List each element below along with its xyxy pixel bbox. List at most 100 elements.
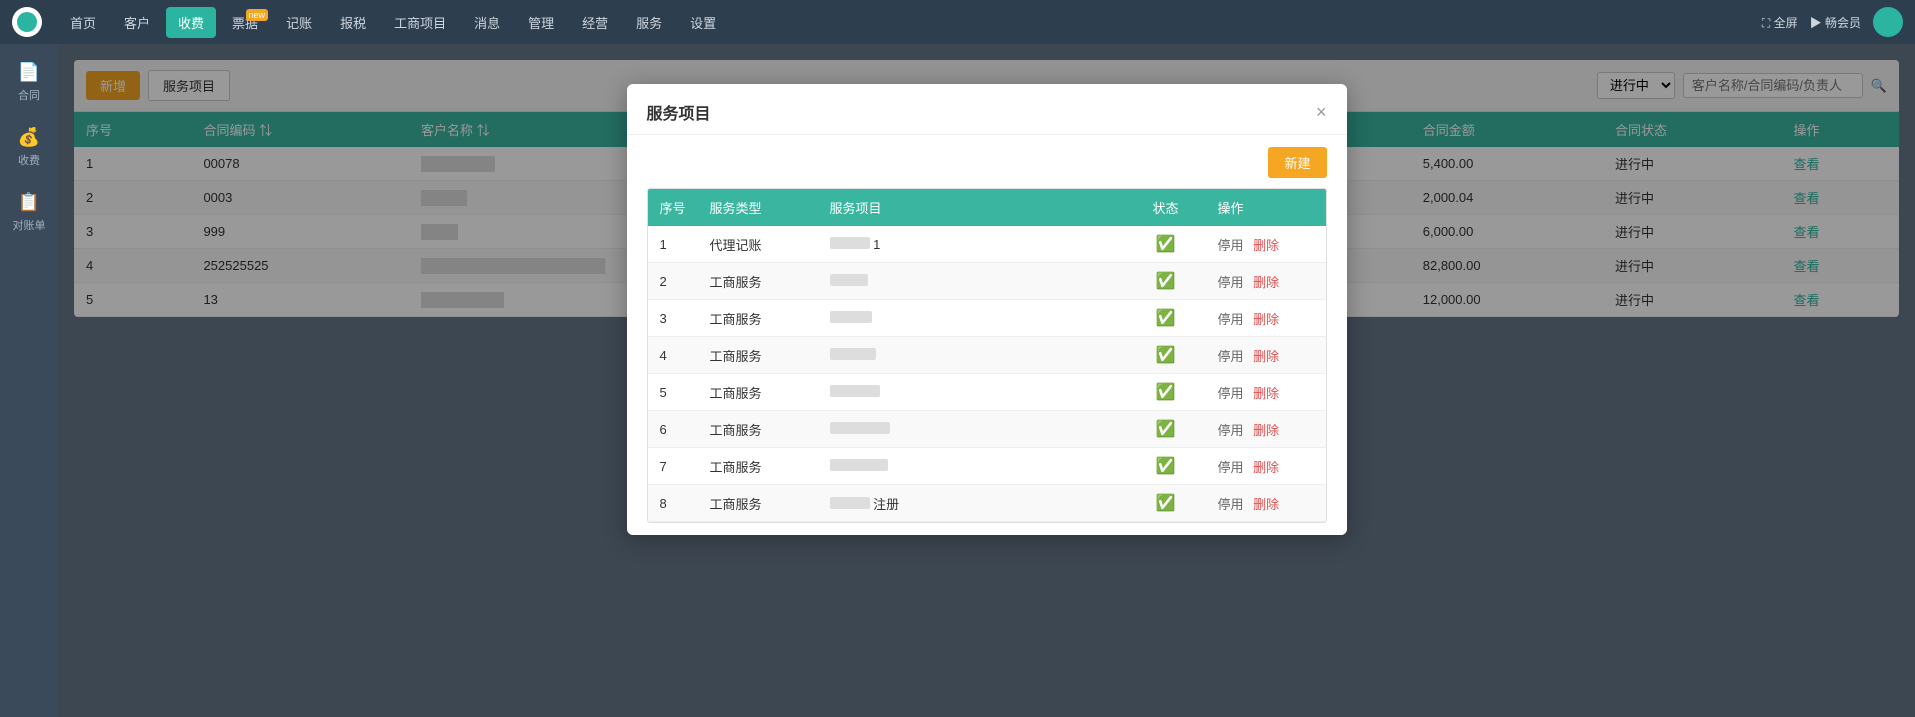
modal-close-button[interactable]: × — [1316, 103, 1327, 121]
user-avatar[interactable] — [1873, 7, 1903, 37]
nav-settings[interactable]: 设置 — [678, 7, 728, 38]
service-items-modal: 服务项目 × 新建 序号 服务类型 服务项目 — [627, 84, 1347, 535]
delete-button[interactable]: 删除 — [1253, 386, 1279, 401]
modal-cell-status: ✅ — [1126, 448, 1206, 485]
sidebar-label-reconcile: 对账单 — [13, 217, 46, 233]
delete-button[interactable]: 删除 — [1253, 349, 1279, 364]
modal-cell-seq: 5 — [648, 374, 698, 411]
nav-tax[interactable]: 报税 — [328, 7, 378, 38]
modal-cell-action: 停用 删除 — [1206, 448, 1326, 485]
new-badge: new — [246, 9, 269, 21]
modal-toolbar: 新建 — [647, 147, 1327, 178]
status-check-icon: ✅ — [1156, 458, 1176, 475]
nav-bookkeeping[interactable]: 记账 — [274, 7, 324, 38]
reconcile-icon: 📋 — [18, 192, 40, 213]
modal-table-row: 4 工商服务 ✅ 停用 删除 — [648, 337, 1326, 374]
modal-cell-type: 工商服务 — [698, 448, 818, 485]
modal-table-row: 5 工商服务 ✅ 停用 删除 — [648, 374, 1326, 411]
main-layout: 📄 合同 💰 收费 📋 对账单 新增 服务项目 进行中 — [0, 44, 1915, 717]
status-check-icon: ✅ — [1156, 347, 1176, 364]
status-check-icon: ✅ — [1156, 495, 1176, 512]
sidebar-label-contract: 合同 — [18, 87, 40, 103]
modal-cell-status: ✅ — [1126, 226, 1206, 263]
modal-cell-status: ✅ — [1126, 411, 1206, 448]
modal-cell-type: 工商服务 — [698, 411, 818, 448]
delete-button[interactable]: 删除 — [1253, 312, 1279, 327]
modal-cell-seq: 4 — [648, 337, 698, 374]
modal-overlay[interactable]: 服务项目 × 新建 序号 服务类型 服务项目 — [58, 44, 1915, 717]
contract-icon: 📄 — [18, 62, 40, 83]
stop-button[interactable]: 停用 — [1218, 312, 1244, 327]
modal-table-row: 7 工商服务 ✅ 停用 删除 — [648, 448, 1326, 485]
modal-cell-seq: 1 — [648, 226, 698, 263]
modal-table-wrapper[interactable]: 序号 服务类型 服务项目 状态 操作 1 代理记账 1 ✅ — [647, 188, 1327, 523]
sidebar: 📄 合同 💰 收费 📋 对账单 — [0, 44, 58, 717]
fee-icon: 💰 — [18, 127, 40, 148]
modal-cell-type: 代理记账 — [698, 226, 818, 263]
modal-cell-action: 停用 删除 — [1206, 485, 1326, 522]
modal-cell-item — [818, 448, 1126, 485]
modal-cell-seq: 6 — [648, 411, 698, 448]
sidebar-item-contract[interactable]: 📄 合同 — [0, 52, 58, 113]
delete-button[interactable]: 删除 — [1253, 423, 1279, 438]
delete-button[interactable]: 删除 — [1253, 275, 1279, 290]
modal-table-row: 2 工商服务 ✅ 停用 删除 — [648, 263, 1326, 300]
modal-col-status: 状态 — [1126, 189, 1206, 226]
modal-table-row: 1 代理记账 1 ✅ 停用 删除 — [648, 226, 1326, 263]
nav-manage[interactable]: 管理 — [516, 7, 566, 38]
modal-cell-item — [818, 263, 1126, 300]
sidebar-item-fee[interactable]: 💰 收费 — [0, 117, 58, 178]
delete-button[interactable]: 删除 — [1253, 460, 1279, 475]
nav-home[interactable]: 首页 — [58, 7, 108, 38]
delete-button[interactable]: 删除 — [1253, 497, 1279, 512]
modal-cell-status: ✅ — [1126, 263, 1206, 300]
stop-button[interactable]: 停用 — [1218, 349, 1244, 364]
modal-col-type: 服务类型 — [698, 189, 818, 226]
modal-cell-action: 停用 删除 — [1206, 337, 1326, 374]
modal-cell-status: ✅ — [1126, 374, 1206, 411]
modal-cell-status: ✅ — [1126, 485, 1206, 522]
stop-button[interactable]: 停用 — [1218, 497, 1244, 512]
stop-button[interactable]: 停用 — [1218, 238, 1244, 253]
top-navigation: 首页 客户 收费 票据new 记账 报税 工商项目 消息 管理 经营 服务 设置… — [0, 0, 1915, 44]
nav-business[interactable]: 经营 — [570, 7, 620, 38]
modal-cell-item: 1 — [818, 226, 1126, 263]
modal-cell-type: 工商服务 — [698, 300, 818, 337]
fullscreen-button[interactable]: ⛶ 全屏 — [1762, 14, 1798, 31]
modal-cell-type: 工商服务 — [698, 337, 818, 374]
nav-invoice[interactable]: 票据new — [220, 7, 270, 38]
modal-cell-seq: 3 — [648, 300, 698, 337]
stop-button[interactable]: 停用 — [1218, 460, 1244, 475]
modal-cell-action: 停用 删除 — [1206, 411, 1326, 448]
stop-button[interactable]: 停用 — [1218, 386, 1244, 401]
modal-table-row: 3 工商服务 ✅ 停用 删除 — [648, 300, 1326, 337]
nav-service[interactable]: 服务 — [624, 7, 674, 38]
modal-cell-item — [818, 411, 1126, 448]
stop-button[interactable]: 停用 — [1218, 275, 1244, 290]
nav-industry[interactable]: 工商项目 — [382, 7, 458, 38]
status-check-icon: ✅ — [1156, 273, 1176, 290]
modal-new-button[interactable]: 新建 — [1268, 147, 1326, 178]
stop-button[interactable]: 停用 — [1218, 423, 1244, 438]
nav-fee[interactable]: 收费 — [166, 7, 216, 38]
nav-message[interactable]: 消息 — [462, 7, 512, 38]
modal-cell-status: ✅ — [1126, 300, 1206, 337]
nav-items: 首页 客户 收费 票据new 记账 报税 工商项目 消息 管理 经营 服务 设置 — [58, 7, 1762, 38]
status-check-icon: ✅ — [1156, 236, 1176, 253]
modal-cell-item: 注册 — [818, 485, 1126, 522]
member-button[interactable]: ▶ 畅会员 — [1810, 14, 1861, 31]
status-check-icon: ✅ — [1156, 384, 1176, 401]
modal-col-action: 操作 — [1206, 189, 1326, 226]
nav-customer[interactable]: 客户 — [112, 7, 162, 38]
modal-cell-action: 停用 删除 — [1206, 226, 1326, 263]
modal-cell-seq: 2 — [648, 263, 698, 300]
status-check-icon: ✅ — [1156, 421, 1176, 438]
modal-title: 服务项目 — [647, 100, 711, 124]
modal-cell-item — [818, 374, 1126, 411]
modal-cell-action: 停用 删除 — [1206, 374, 1326, 411]
modal-cell-action: 停用 删除 — [1206, 300, 1326, 337]
sidebar-item-reconcile[interactable]: 📋 对账单 — [0, 182, 58, 243]
sidebar-label-fee: 收费 — [18, 152, 40, 168]
delete-button[interactable]: 删除 — [1253, 238, 1279, 253]
app-logo — [12, 7, 42, 37]
